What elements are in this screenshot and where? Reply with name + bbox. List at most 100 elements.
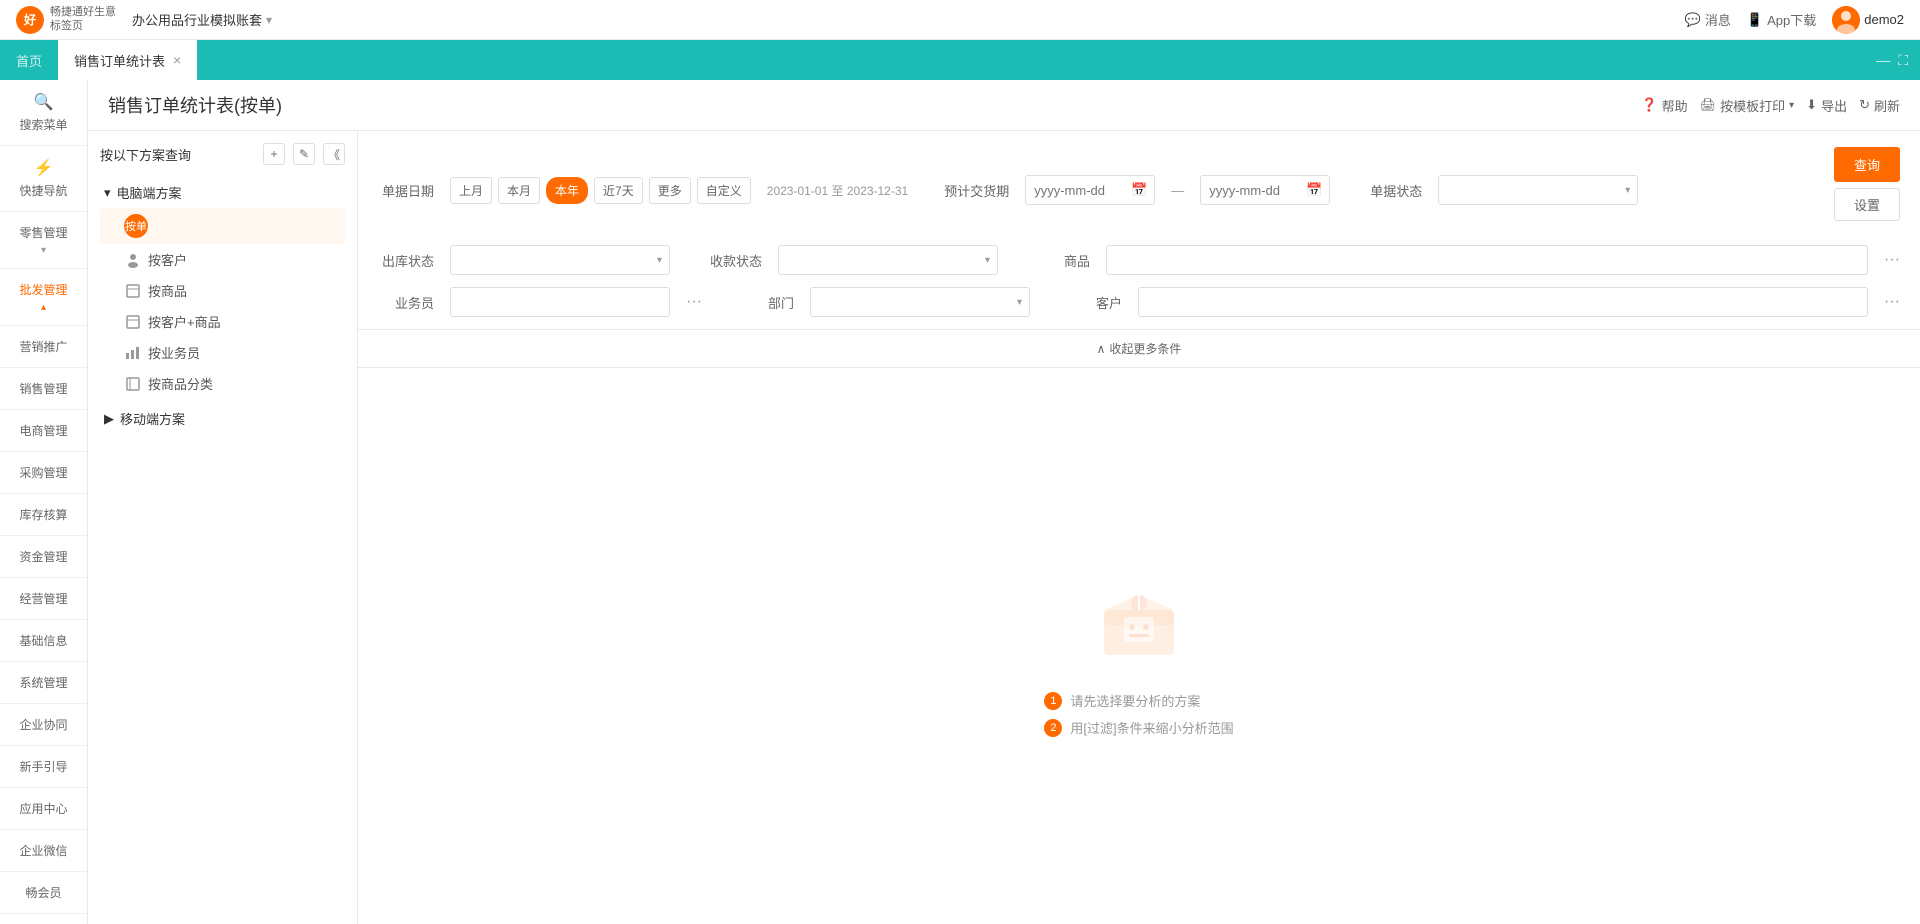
template-print-button[interactable]: 🖨 按模板打印 ▾ [1700,96,1795,115]
salesperson-input[interactable] [450,287,670,317]
tree-item-by-customer-product[interactable]: 按客户+商品 [100,306,345,337]
product-more-icon[interactable]: ··· [1884,251,1900,269]
date-btn-thismonth[interactable]: 本月 [498,177,540,204]
sidebar-item-sales[interactable]: 销售管理 [0,368,87,410]
edit-scheme-button[interactable]: ✎ [293,143,315,165]
message-icon: 💬 [1685,12,1701,28]
quicknav-icon: ⚡ [34,158,54,178]
date-btn-more[interactable]: 更多 [649,177,691,204]
active-badge: 按单 [124,214,148,238]
date-btn-lastmonth[interactable]: 上月 [450,177,492,204]
sidebar-item-member[interactable]: 畅会员 [0,872,87,914]
sidebar-item-finance[interactable]: 资金管理 [0,536,87,578]
breadcrumb: 办公用品行业模拟账套 ▾ [132,10,272,29]
tab-close-icon[interactable]: × [173,52,181,68]
main-layout: 🔍 搜索菜单 ⚡ 快捷导航 零售管理 ▾ 批发管理 ▴ 营销推广 销售管理 电商… [0,80,1920,924]
filter-row-1: 单据日期 上月 本月 本年 近7天 更多 自定义 2023-01-01 至 20… [378,147,1900,233]
salesperson-more-icon[interactable]: ··· [686,293,702,311]
category-icon [124,375,142,393]
sidebar-item-purchase[interactable]: 采购管理 [0,452,87,494]
avatar [1832,6,1860,34]
collapse-label: 收起更多条件 [1109,340,1181,357]
customer-icon [124,251,142,269]
tab-bar: 首页 销售订单统计表 × — ⛶ [0,40,1920,80]
tree-item-by-order[interactable]: 按单 [100,208,345,244]
date-to-input[interactable] [1200,175,1330,205]
sidebar-item-appcenter[interactable]: 应用中心 [0,788,87,830]
sidebar-item-search[interactable]: 🔍 搜索菜单 [0,80,87,146]
date-btn-7days[interactable]: 近7天 [594,177,643,204]
mobile-section-arrow-icon: ▶ [104,411,114,427]
top-bar: 好 畅捷通好生意 标签页 办公用品行业模拟账套 ▾ 💬 消息 📱 App下载 d… [0,0,1920,40]
sidebar-item-inventory[interactable]: 库存核算 [0,494,87,536]
sidebar-item-cooperation[interactable]: 企业协同 [0,704,87,746]
page-title: 销售订单统计表(按单) [108,92,282,130]
product-input[interactable] [1106,245,1868,275]
date-from-wrap: 📅 [1025,175,1155,205]
pc-section-label: 电脑端方案 [117,183,182,202]
tree-item-by-salesperson[interactable]: 按业务员 [100,337,345,368]
print-icon: 🖨 [1700,97,1717,113]
sidebar-item-system[interactable]: 系统管理 [0,662,87,704]
user-area[interactable]: demo2 [1832,6,1904,34]
receipt-status-select[interactable] [778,245,998,275]
sidebar-item-operations[interactable]: 经营管理 [0,578,87,620]
sidebar-item-corpwechat[interactable]: 企业微信 [0,830,87,872]
user-name: demo2 [1864,12,1904,27]
query-button[interactable]: 查询 [1834,147,1900,182]
step-1-badge: 1 [1044,692,1062,710]
sidebar-item-ecommerce[interactable]: 电商管理 [0,410,87,452]
mobile-section-header[interactable]: ▶ 移动端方案 [100,403,345,434]
refresh-button[interactable]: ↻ 刷新 [1859,96,1900,115]
wholesale-expand-icon: ▴ [41,302,46,313]
collapse-bar[interactable]: ∧ 收起更多条件 [358,330,1920,368]
app-download-action[interactable]: 📱 App下载 [1747,10,1816,29]
out-status-label: 出库状态 [378,251,434,270]
date-from-input[interactable] [1025,175,1155,205]
salesperson-icon [124,344,142,362]
message-action[interactable]: 💬 消息 [1685,10,1731,29]
date-range-display: 2023-01-01 至 2023-12-31 [767,182,908,199]
sidebar-item-basic[interactable]: 基础信息 [0,620,87,662]
date-btn-thisyear[interactable]: 本年 [546,177,588,204]
tree-item-by-category[interactable]: 按商品分类 [100,368,345,399]
page-header: 销售订单统计表(按单) ❓ 帮助 🖨 按模板打印 ▾ ⬇ 导出 ↻ 刷新 [88,80,1920,131]
help-button[interactable]: ❓ 帮助 [1641,96,1687,115]
logo-icon: 好 [16,6,44,34]
logo-area: 好 畅捷通好生意 标签页 [16,6,116,34]
sidebar-item-quicknav[interactable]: ⚡ 快捷导航 [0,146,87,212]
dept-select[interactable] [810,287,1030,317]
retail-expand-icon: ▾ [41,245,46,256]
sidebar-item-wholesale[interactable]: 批发管理 ▴ [0,269,87,326]
main-content-row: 按以下方案查询 + ✎ 《 ▾ 电脑端方案 按单 [88,131,1920,924]
tree-item-by-customer[interactable]: 按客户 [100,244,345,275]
collapse-panel-button[interactable]: 《 [323,143,345,165]
sidebar-item-retail[interactable]: 零售管理 ▾ [0,212,87,269]
product-label: 商品 [1034,251,1090,270]
add-scheme-button[interactable]: + [263,143,285,165]
pc-section-header[interactable]: ▾ 电脑端方案 [100,177,345,208]
empty-steps: 1 请先选择要分析的方案 2 用[过滤]条件来缩小分析范围 [1044,691,1233,737]
out-status-select[interactable] [450,245,670,275]
tree-item-by-product[interactable]: 按商品 [100,275,345,306]
receipt-status-select-wrap: ▾ [778,245,998,275]
sidebar-item-newguide[interactable]: 新手引导 [0,746,87,788]
tab-sales-order[interactable]: 销售订单统计表 × [58,40,197,80]
setting-button[interactable]: 设置 [1834,188,1900,221]
pc-scheme-section: ▾ 电脑端方案 按单 按客户 [100,177,345,399]
customer-input[interactable] [1138,287,1868,317]
filter-row-3: 业务员 ··· 部门 ▾ 客户 ··· [378,287,1900,329]
tab-home[interactable]: 首页 [0,40,58,80]
customer-product-icon [124,313,142,331]
date-btn-custom[interactable]: 自定义 [697,177,751,204]
window-minimize-icon[interactable]: — [1876,52,1890,68]
customer-more-icon[interactable]: ··· [1884,293,1900,311]
empty-step-1: 1 请先选择要分析的方案 [1044,691,1233,710]
customer-label: 客户 [1066,293,1122,312]
window-maximize-icon[interactable]: ⛶ [1898,52,1908,69]
export-button[interactable]: ⬇ 导出 [1806,96,1847,115]
sidebar-item-marketing[interactable]: 营销推广 [0,326,87,368]
status-select[interactable] [1438,175,1638,205]
date-to-wrap: 📅 [1200,175,1330,205]
collapse-button[interactable]: ∧ 收起更多条件 [1097,340,1182,357]
